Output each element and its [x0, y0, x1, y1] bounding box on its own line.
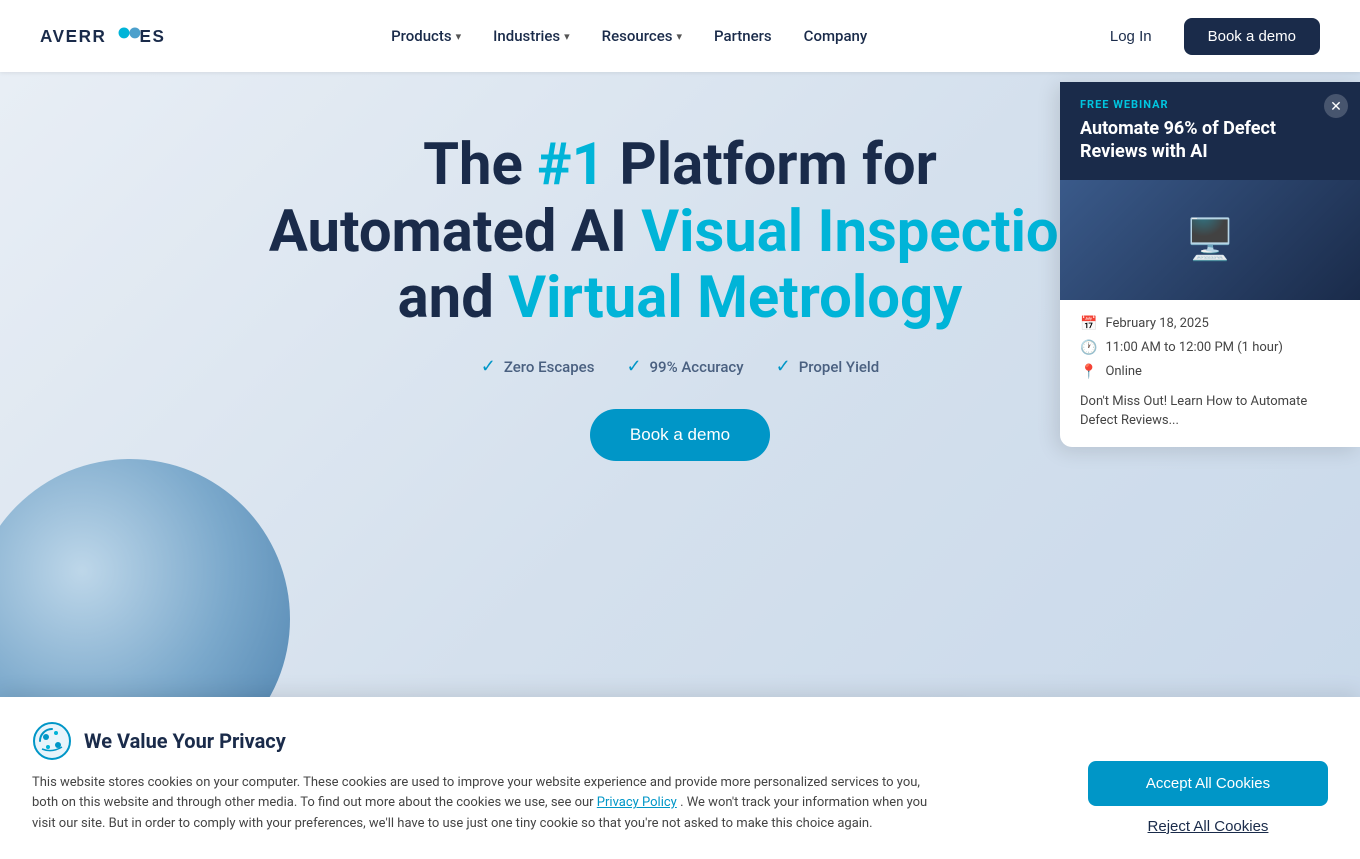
logo[interactable]: AVERR ES: [40, 22, 164, 50]
webinar-location-row: 📍 Online: [1080, 364, 1340, 380]
svg-text:AVERR: AVERR: [40, 27, 106, 46]
close-button[interactable]: ✕: [1324, 94, 1348, 118]
location-icon: 📍: [1080, 364, 1097, 380]
check-icon: ✓: [776, 356, 791, 377]
webinar-description: Don't Miss Out! Learn How to Automate De…: [1080, 392, 1340, 431]
webinar-badge: FREE WEBINAR: [1080, 98, 1340, 111]
cookie-banner: We Value Your Privacy This website store…: [0, 697, 1360, 859]
badge-zero-escapes: ✓ Zero Escapes: [481, 356, 595, 377]
book-demo-hero-button[interactable]: Book a demo: [590, 409, 770, 461]
nav-actions: Log In Book a demo: [1094, 18, 1320, 55]
navbar: AVERR ES Products ▾ Industries ▾ Resourc…: [0, 0, 1360, 72]
check-icon: ✓: [626, 356, 641, 377]
nav-products[interactable]: Products ▾: [377, 19, 475, 53]
webinar-title: Automate 96% of Defect Reviews with AI: [1080, 117, 1340, 164]
chevron-down-icon: ▾: [676, 30, 682, 43]
calendar-icon: 📅: [1080, 316, 1097, 332]
webinar-image: 🖥️: [1060, 180, 1360, 300]
accept-cookies-button[interactable]: Accept All Cookies: [1088, 761, 1328, 806]
hero-title: The #1 Platform for Automated AI Visual …: [269, 132, 1091, 332]
svg-text:ES: ES: [140, 27, 165, 46]
cookie-actions: Accept All Cookies Reject All Cookies: [1088, 761, 1328, 835]
clock-icon: 🕐: [1080, 340, 1097, 356]
nav-industries[interactable]: Industries ▾: [479, 19, 584, 53]
badge-accuracy: ✓ 99% Accuracy: [626, 356, 743, 377]
privacy-policy-link[interactable]: Privacy Policy: [597, 795, 677, 810]
webinar-time-row: 🕐 11:00 AM to 12:00 PM (1 hour): [1080, 340, 1340, 356]
nav-partners[interactable]: Partners: [700, 19, 786, 53]
webinar-image-placeholder: 🖥️: [1060, 180, 1360, 300]
webinar-header: FREE WEBINAR Automate 96% of Defect Revi…: [1060, 82, 1360, 180]
webinar-body: 📅 February 18, 2025 🕐 11:00 AM to 12:00 …: [1060, 300, 1360, 447]
nav-company[interactable]: Company: [790, 19, 882, 53]
webinar-meta: 📅 February 18, 2025 🕐 11:00 AM to 12:00 …: [1080, 316, 1340, 380]
login-button[interactable]: Log In: [1094, 20, 1168, 53]
badge-yield: ✓ Propel Yield: [776, 356, 880, 377]
webinar-date-row: 📅 February 18, 2025: [1080, 316, 1340, 332]
cookie-icon: [32, 721, 72, 761]
hero-badges: ✓ Zero Escapes ✓ 99% Accuracy ✓ Propel Y…: [481, 356, 879, 377]
check-icon: ✓: [481, 356, 496, 377]
book-demo-nav-button[interactable]: Book a demo: [1184, 18, 1320, 55]
nav-links: Products ▾ Industries ▾ Resources ▾ Part…: [377, 19, 881, 53]
reject-cookies-button[interactable]: Reject All Cookies: [1148, 818, 1269, 835]
nav-resources[interactable]: Resources ▾: [588, 19, 696, 53]
chevron-down-icon: ▾: [564, 30, 570, 43]
chevron-down-icon: ▾: [456, 30, 462, 43]
cookie-title: We Value Your Privacy: [84, 729, 286, 753]
cookie-header: We Value Your Privacy: [32, 721, 1328, 761]
webinar-panel: FREE WEBINAR Automate 96% of Defect Revi…: [1060, 82, 1360, 447]
cookie-body: This website stores cookies on your comp…: [32, 773, 932, 835]
